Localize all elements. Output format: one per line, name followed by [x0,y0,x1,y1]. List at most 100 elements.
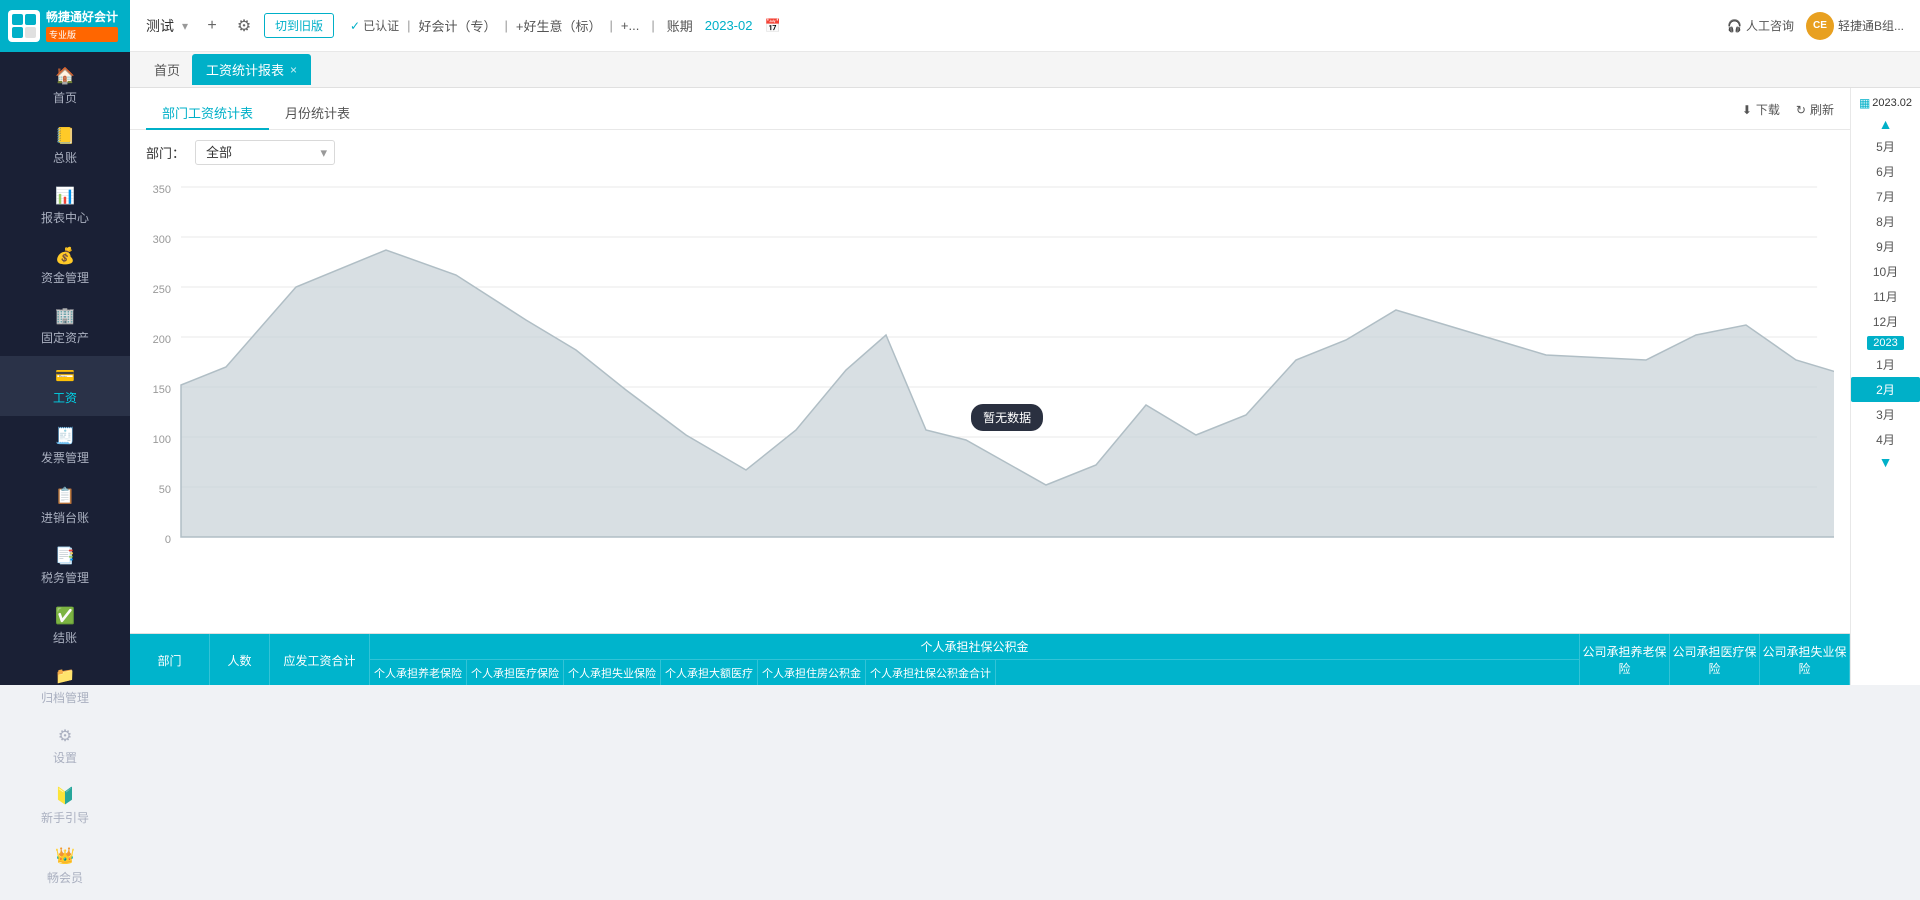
panel-month-4[interactable]: 4月 [1851,427,1920,452]
panel-year-badge[interactable]: 2023 [1867,336,1903,350]
sidebar-item-archive[interactable]: 📁 归档管理 [0,656,130,716]
logo-badge: 专业版 [46,27,118,42]
sidebar-item-funds[interactable]: 💰 资金管理 [0,236,130,296]
sidebar-item-sales[interactable]: 📋 进销台账 [0,476,130,536]
sidebar-item-member[interactable]: 👑 畅会员 [0,836,130,896]
topbar-dropdown-arrow[interactable]: ▾ [182,19,188,33]
panel-month-6[interactable]: 6月 [1851,159,1920,184]
th-dept: 部门 [130,634,210,685]
reports-icon: 📊 [55,186,75,206]
switch-version-button[interactable]: 切到旧版 [264,13,334,38]
salary-icon: 💳 [55,366,75,386]
panel-month-11[interactable]: 11月 [1851,284,1920,309]
th-personal-pension: 个人承担养老保险 [370,660,467,685]
sidebar-item-label: 新手引导 [41,809,89,826]
topbar-tags: ✓ 已认证 | 好会计（专） | +好生意（标） | +... | 账期 202… [350,16,1719,35]
sidebar-item-invoice[interactable]: 🧾 发票管理 [0,416,130,476]
calendar-icon[interactable]: 📅 [764,18,780,34]
panel-month-12[interactable]: 12月 [1851,309,1920,334]
tag-product2: +好生意（标） [516,16,602,35]
sidebar-item-label: 结账 [53,629,77,646]
th-company-pension: 公司承担养老保险 [1580,634,1670,685]
th-personal-housing: 个人承担住房公积金 [758,660,866,685]
logo-text: 畅捷通好会计 [46,10,118,26]
dept-filter-label: 部门： [146,143,185,162]
panel-month-1[interactable]: 1月 [1851,352,1920,377]
panel-month-3[interactable]: 3月 [1851,402,1920,427]
sidebar-item-label: 固定资产 [41,329,89,346]
refresh-label: 刷新 [1810,101,1834,118]
sidebar-item-settings[interactable]: ⚙ 设置 [0,716,130,776]
tag-product1: 好会计（专） [419,16,497,35]
tab-home[interactable]: 首页 [142,54,192,85]
topbar: 测试 ▾ + ⚙ 切到旧版 ✓ 已认证 | 好会计（专） | +好生意（标） |… [130,0,1920,52]
panel-month-9[interactable]: 9月 [1851,234,1920,259]
assets-icon: 🏢 [55,306,75,326]
panel-month-10[interactable]: 10月 [1851,259,1920,284]
download-btn[interactable]: ⬇ 下载 [1742,101,1780,118]
sidebar: 畅捷通好会计 专业版 🏠 首页📒 总账📊 报表中心💰 资金管理🏢 固定资产💳 工… [0,0,130,685]
svg-text:0: 0 [165,534,171,546]
logo-area: 畅捷通好会计 专业版 [0,0,130,52]
sidebar-item-salary[interactable]: 💳 工资 [0,356,130,416]
download-icon: ⬇ [1742,103,1752,117]
topbar-title: 测试 [146,16,174,36]
filter-row: 部门： 全部 行政部 技术部 销售部 [130,130,1850,175]
sub-tab-monthly[interactable]: 月份统计表 [269,97,366,130]
refresh-icon: ↻ [1796,103,1806,117]
sidebar-item-home[interactable]: 🏠 首页 [0,56,130,116]
svg-text:200: 200 [153,334,171,346]
tab-label: 工资统计报表 [206,60,284,79]
page-content: 部门工资统计表 月份统计表 ⬇ 下载 ↻ 刷新 部门： [130,88,1850,685]
panel-up-arrow[interactable]: ▲ [1879,114,1893,134]
main-area: 测试 ▾ + ⚙ 切到旧版 ✓ 已认证 | 好会计（专） | +好生意（标） |… [130,0,1920,685]
user-area[interactable]: CE 轻捷通B组... [1806,12,1904,40]
sidebar-item-reports[interactable]: 📊 报表中心 [0,176,130,236]
home-icon: 🏠 [55,66,75,86]
service-btn[interactable]: 🎧 人工咨询 [1727,17,1794,34]
sidebar-item-assets[interactable]: 🏢 固定资产 [0,296,130,356]
sidebar-item-label: 资金管理 [41,269,89,286]
sidebar-item-label: 税务管理 [41,569,89,586]
settings-button[interactable]: ⚙ [232,14,256,38]
sub-tab-actions: ⬇ 下载 ↻ 刷新 [1742,101,1834,124]
sidebar-item-guide[interactable]: 🔰 新手引导 [0,776,130,836]
user-name: 轻捷通B组... [1838,17,1904,34]
sidebar-item-ledger[interactable]: 📒 总账 [0,116,130,176]
logo-icon [8,10,40,42]
svg-text:100: 100 [153,434,171,446]
th-personal-unemployment: 个人承担失业保险 [564,660,661,685]
panel-down-arrow[interactable]: ▼ [1879,452,1893,472]
panel-month-8[interactable]: 8月 [1851,209,1920,234]
sidebar-item-label: 报表中心 [41,209,89,226]
chart-container: 350 300 250 200 150 100 50 0 [130,175,1850,633]
sidebar-item-closing[interactable]: ✅ 结账 [0,596,130,656]
topbar-actions: + ⚙ [200,14,256,38]
chart-svg: 350 300 250 200 150 100 50 0 [146,175,1834,625]
panel-month-5[interactable]: 5月 [1851,134,1920,159]
sales-icon: 📋 [55,486,75,506]
closing-icon: ✅ [55,606,75,626]
download-label: 下载 [1756,101,1780,118]
tab-salary-report[interactable]: 工资统计报表 × [192,54,311,85]
refresh-btn[interactable]: ↻ 刷新 [1796,101,1834,118]
member-icon: 👑 [55,846,75,866]
archive-icon: 📁 [55,666,75,686]
dept-select[interactable]: 全部 行政部 技术部 销售部 [195,140,335,165]
panel-month-7[interactable]: 7月 [1851,184,1920,209]
panel-month-2[interactable]: 2月 [1851,377,1920,402]
sidebar-item-tax[interactable]: 📑 税务管理 [0,536,130,596]
tab-close-icon[interactable]: × [290,63,297,77]
th-personal-medical: 个人承担医疗保险 [467,660,564,685]
sub-tab-dept[interactable]: 部门工资统计表 [146,97,269,130]
panel-year-label[interactable]: 2023.02 [1872,97,1912,109]
table-header: 部门 人数 应发工资合计 个人承担社保公积金 个人承担养老保险 个人承担医疗保险… [130,634,1850,685]
th-group-personal: 个人承担社保公积金 个人承担养老保险 个人承担医疗保险 个人承担失业保险 个人承… [370,634,1580,685]
add-button[interactable]: + [200,14,224,38]
sidebar-item-label: 归档管理 [41,689,89,706]
topbar-right: 🎧 人工咨询 CE 轻捷通B组... [1727,12,1904,40]
svg-text:350: 350 [153,184,171,196]
th-personal-large-medical: 个人承担大额医疗 [661,660,758,685]
sidebar-item-label: 总账 [53,149,77,166]
th-company-medical: 公司承担医疗保险 [1670,634,1760,685]
